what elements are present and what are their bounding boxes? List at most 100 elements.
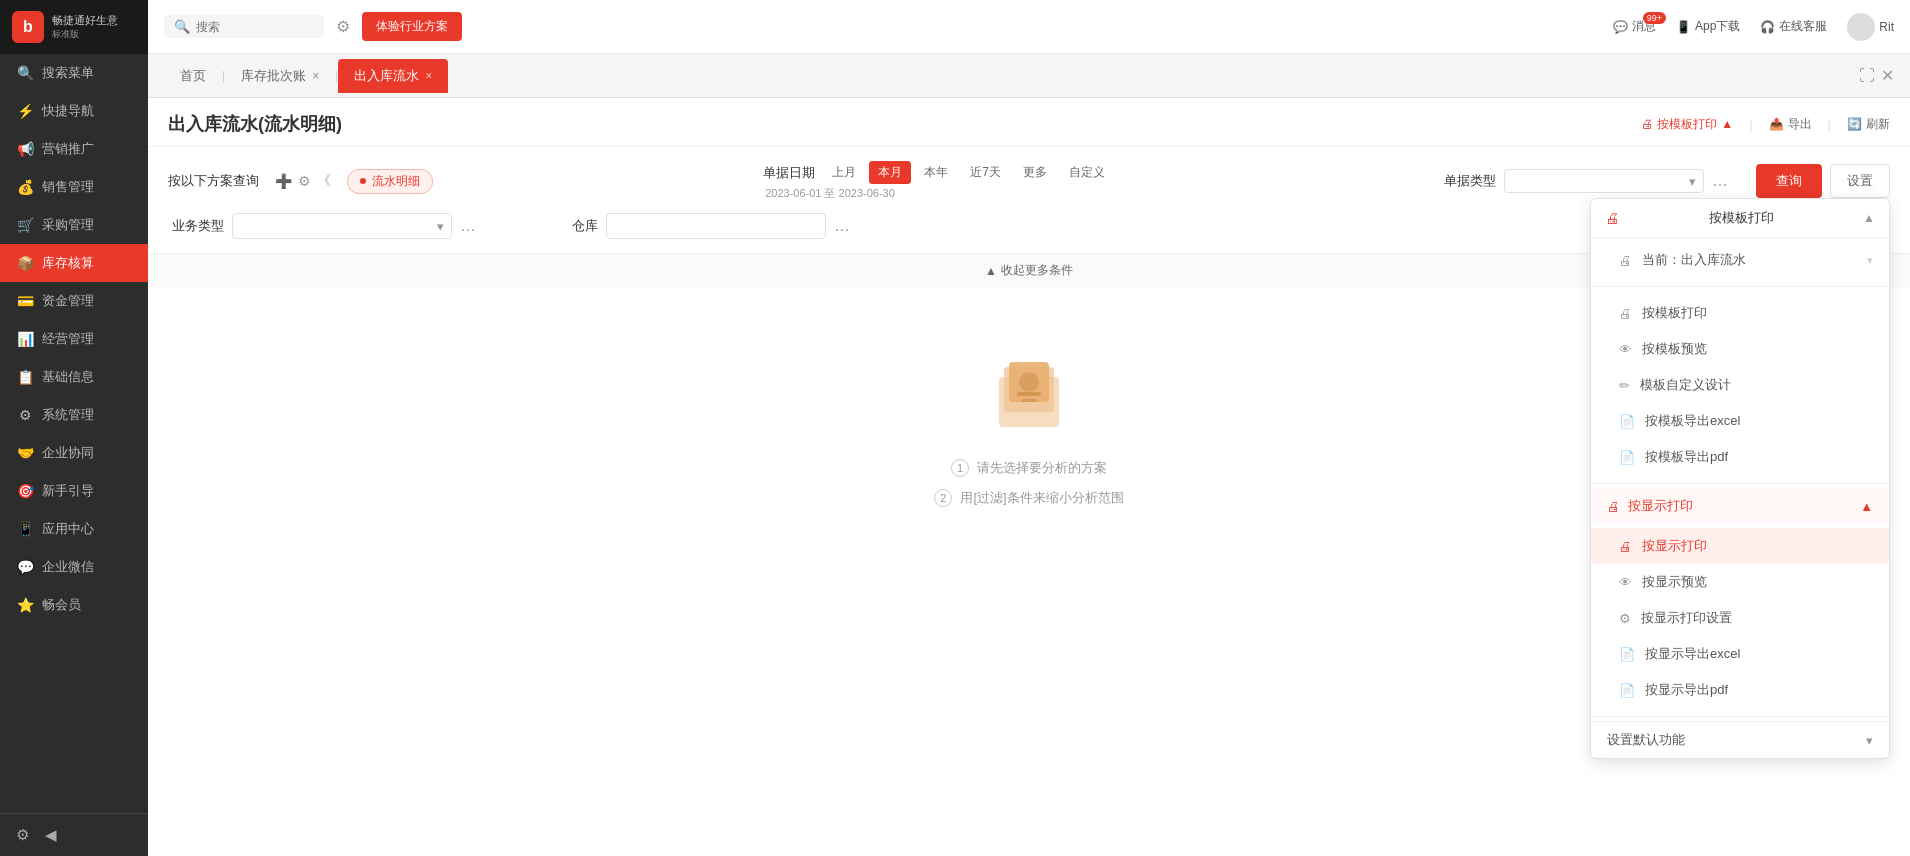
topbar-search-box[interactable]: 🔍 xyxy=(164,15,324,38)
query-btn[interactable]: 查询 xyxy=(1756,164,1822,198)
page-header: 出入库流水(流水明细) 🖨 按模板打印 ▲ | 📤 导出 | 🔄 刷新 xyxy=(148,98,1910,147)
template-print-arrow: ▲ xyxy=(1721,117,1733,131)
settings-btn[interactable]: 设置 xyxy=(1830,164,1890,198)
dropdown-header-close-icon[interactable]: ▲ xyxy=(1863,211,1875,225)
dropdown-display-display-preview[interactable]: 👁 按显示预览 xyxy=(1591,564,1889,600)
refresh-btn[interactable]: 🔄 刷新 xyxy=(1847,116,1890,133)
warehouse-more-icon[interactable]: … xyxy=(834,217,850,235)
app-name: 畅捷通好生意 xyxy=(52,13,118,28)
template-print-btn[interactable]: 🖨 按模板打印 ▲ xyxy=(1641,116,1733,133)
collapse-sidebar-icon[interactable]: ◀ xyxy=(45,826,57,844)
topbar-gear-icon[interactable]: ⚙ xyxy=(336,17,350,36)
tab-inout-flow[interactable]: 出入库流水 × xyxy=(338,59,448,93)
filter-settings-icon[interactable]: ⚙ xyxy=(298,173,311,189)
tab-home[interactable]: 首页 xyxy=(164,59,222,93)
operation-nav-label: 经营管理 xyxy=(42,330,94,348)
dropdown-footer[interactable]: 设置默认功能 ▾ xyxy=(1591,721,1889,758)
type-more-icon[interactable]: … xyxy=(1712,172,1728,190)
template-print-label: 按模板打印 xyxy=(1642,304,1873,322)
date-btn-thismonth[interactable]: 本月 xyxy=(869,161,911,184)
tab-close-all-icon[interactable]: ✕ xyxy=(1881,66,1894,85)
sidebar-item-marketing[interactable]: 📢 营销推广 xyxy=(0,130,148,168)
tab-batch-account-close[interactable]: × xyxy=(312,69,319,83)
sidebar-item-inventory[interactable]: 📦 库存核算 xyxy=(0,244,148,282)
date-btn-thisyear[interactable]: 本年 xyxy=(915,161,957,184)
export-btn[interactable]: 📤 导出 xyxy=(1769,116,1812,133)
filter-add-icon[interactable]: ➕ xyxy=(275,173,292,189)
date-btn-more[interactable]: 更多 xyxy=(1014,161,1056,184)
date-btn-custom[interactable]: 自定义 xyxy=(1060,161,1114,184)
dropdown-current-label: 当前：出入库流水 xyxy=(1642,251,1857,269)
customer-service-btn[interactable]: 🎧 在线客服 xyxy=(1760,18,1827,35)
sidebar-item-operation[interactable]: 📊 经营管理 xyxy=(0,320,148,358)
sidebar-item-finance[interactable]: 💳 资金管理 xyxy=(0,282,148,320)
dropdown-display-section-header[interactable]: 🖨 按显示打印 ▲ xyxy=(1591,488,1889,524)
type-select[interactable] xyxy=(1504,169,1704,193)
topbar-search-input[interactable] xyxy=(196,20,314,34)
sidebar-item-quick-nav[interactable]: ⚡ 快捷导航 xyxy=(0,92,148,130)
template-export-excel-label: 按模板导出excel xyxy=(1645,412,1873,430)
dropdown-display-display-export-excel[interactable]: 📄 按显示导出excel xyxy=(1591,636,1889,672)
sales-nav-label: 销售管理 xyxy=(42,178,94,196)
tab-fullscreen-icon[interactable]: ⛶ xyxy=(1859,67,1875,85)
dropdown-current-arrow: ▾ xyxy=(1867,254,1873,267)
topbar-search-icon: 🔍 xyxy=(174,19,190,34)
cooperation-nav-icon: 🤝 xyxy=(16,445,34,461)
dropdown-current-item[interactable]: 🖨 当前：出入库流水 ▾ xyxy=(1591,242,1889,278)
message-icon: 💬 xyxy=(1613,20,1628,34)
dropdown-template-template-export-excel[interactable]: 📄 按模板导出excel xyxy=(1591,403,1889,439)
export-label: 导出 xyxy=(1788,116,1812,133)
logo-text-block: 畅捷通好生意 标准版 xyxy=(52,13,118,41)
tab-inout-flow-close[interactable]: × xyxy=(425,69,432,83)
date-btn-7days[interactable]: 近7天 xyxy=(961,161,1010,184)
sidebar-item-search[interactable]: 🔍 搜索菜单 xyxy=(0,54,148,92)
dropdown-footer-label: 设置默认功能 xyxy=(1607,731,1685,749)
settings-icon[interactable]: ⚙ xyxy=(16,826,29,844)
dropdown-template-template-export-pdf[interactable]: 📄 按模板导出pdf xyxy=(1591,439,1889,475)
user-avatar-btn[interactable]: Rit xyxy=(1847,13,1894,41)
sidebar-item-system[interactable]: ⚙ 系统管理 xyxy=(0,396,148,434)
basic-nav-icon: 📋 xyxy=(16,369,34,385)
sidebar-item-membership[interactable]: ⭐ 畅会员 xyxy=(0,586,148,624)
filter-tag: 流水明细 xyxy=(347,169,433,194)
dropdown-template-section: 🖨 按模板打印 👁 按模板预览 ✏ 模板自定义设计 📄 按模板导出excel 📄… xyxy=(1591,291,1889,479)
template-custom-icon: ✏ xyxy=(1619,378,1630,393)
filter-scheme-label: 按以下方案查询 xyxy=(168,172,259,190)
dropdown-template-template-preview[interactable]: 👁 按模板预览 xyxy=(1591,331,1889,367)
empty-step-1: 1 请先选择要分析的方案 xyxy=(951,459,1107,477)
topbar-right: 💬 消息 99+ 📱 App下载 🎧 在线客服 Rit xyxy=(1613,13,1894,41)
marketing-nav-label: 营销推广 xyxy=(42,140,94,158)
app-download-btn[interactable]: 📱 App下载 xyxy=(1676,18,1740,35)
dropdown-template-template-print[interactable]: 🖨 按模板打印 xyxy=(1591,295,1889,331)
page-title: 出入库流水(流水明细) xyxy=(168,112,342,136)
tab-batch-account[interactable]: 库存批次账 × xyxy=(225,59,335,93)
sidebar-item-beginner[interactable]: 🎯 新手引导 xyxy=(0,472,148,510)
dropdown-display-display-print[interactable]: 🖨 按显示打印 xyxy=(1591,528,1889,564)
dropdown-header: 🖨 按模板打印 ▲ xyxy=(1591,199,1889,238)
display-print-settings-label: 按显示打印设置 xyxy=(1641,609,1873,627)
dropdown-display-display-print-settings[interactable]: ⚙ 按显示打印设置 xyxy=(1591,600,1889,636)
sidebar-item-sales[interactable]: 💰 销售管理 xyxy=(0,168,148,206)
sidebar-item-basic[interactable]: 📋 基础信息 xyxy=(0,358,148,396)
trial-btn[interactable]: 体验行业方案 xyxy=(362,12,462,41)
dropdown-footer-arrow: ▾ xyxy=(1866,733,1873,748)
business-type-select-wrapper xyxy=(232,213,452,239)
sidebar-item-cooperation[interactable]: 🤝 企业协同 xyxy=(0,434,148,472)
dropdown-template-template-custom[interactable]: ✏ 模板自定义设计 xyxy=(1591,367,1889,403)
template-print-icon: 🖨 xyxy=(1641,117,1653,131)
sidebar-item-purchase[interactable]: 🛒 采购管理 xyxy=(0,206,148,244)
dropdown-current-section: 🖨 当前：出入库流水 ▾ xyxy=(1591,238,1889,282)
message-btn[interactable]: 💬 消息 99+ xyxy=(1613,18,1656,35)
business-type-select[interactable] xyxy=(232,213,452,239)
business-more-icon[interactable]: … xyxy=(460,217,476,235)
dropdown-display-display-export-pdf[interactable]: 📄 按显示导出pdf xyxy=(1591,672,1889,708)
empty-step2-text: 用[过滤]条件来缩小分析范围 xyxy=(960,489,1123,507)
empty-step-2: 2 用[过滤]条件来缩小分析范围 xyxy=(934,489,1123,507)
sidebar-item-app-center[interactable]: 📱 应用中心 xyxy=(0,510,148,548)
filter-collapse-icon[interactable]: 《 xyxy=(317,172,331,190)
sidebar-item-enterprise-wechat[interactable]: 💬 企业微信 xyxy=(0,548,148,586)
warehouse-input[interactable] xyxy=(606,213,826,239)
date-range-text: 2023-06-01 至 2023-06-30 xyxy=(763,186,1114,201)
date-btn-lastmonth[interactable]: 上月 xyxy=(823,161,865,184)
finance-nav-label: 资金管理 xyxy=(42,292,94,310)
